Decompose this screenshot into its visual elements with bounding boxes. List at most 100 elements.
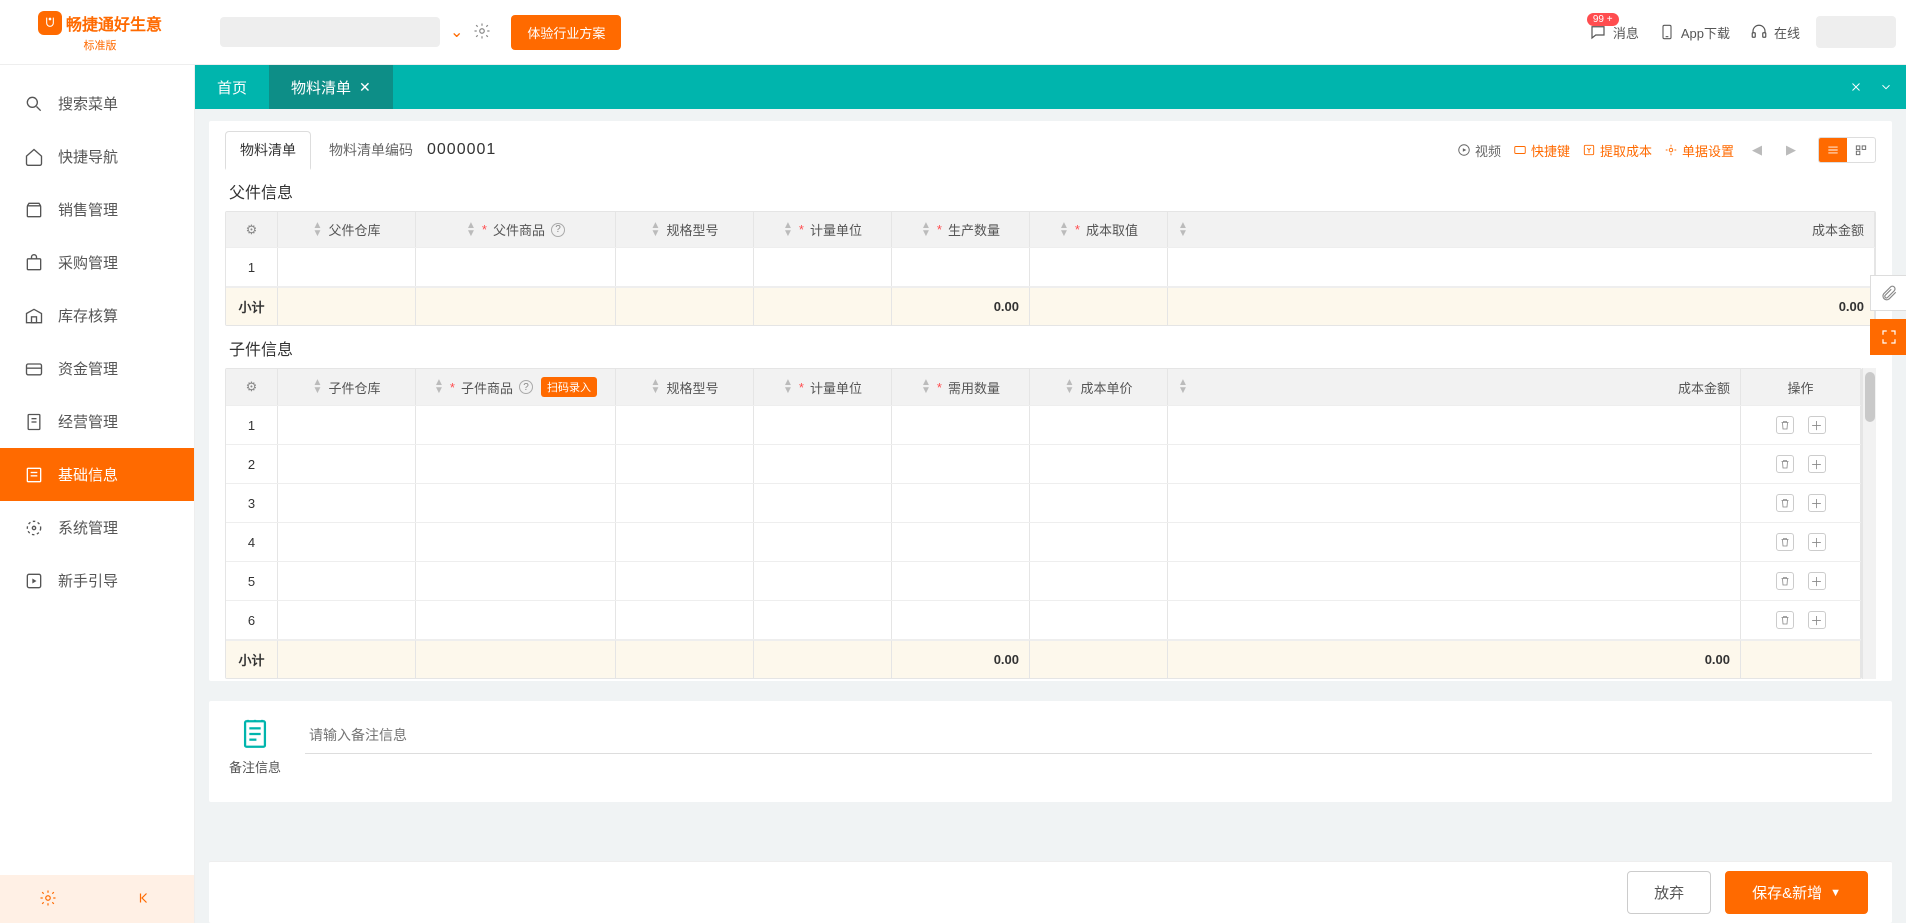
sidebar-item-quicknav[interactable]: 快捷导航 (0, 130, 194, 183)
help-icon[interactable]: ? (519, 380, 533, 394)
add-row-icon[interactable]: ＋ (1808, 455, 1826, 473)
tab-bom[interactable]: 物料清单✕ (269, 65, 393, 109)
remarks-label: 备注信息 (229, 757, 281, 776)
col-parent-costv[interactable]: ▲▼*成本取值 (1030, 212, 1168, 247)
online-support-button[interactable]: 在线 (1740, 17, 1810, 48)
collapse-sidebar-icon[interactable] (135, 889, 155, 910)
help-icon[interactable]: ? (551, 223, 565, 237)
parent-table-row[interactable]: 1 (226, 247, 1875, 286)
gear-icon[interactable]: ⚙ (246, 222, 258, 238)
main-area: 首页物料清单✕ 物料清单 物料清单编码 0000001 (195, 65, 1906, 923)
attachment-icon[interactable] (1870, 275, 1906, 311)
col-parent-wh[interactable]: ▲▼父件仓库 (278, 212, 416, 247)
search-icon (24, 94, 44, 114)
col-child-goods[interactable]: ▲▼*子件商品?扫码录入 (416, 369, 616, 405)
col-parent-spec[interactable]: ▲▼规格型号 (616, 212, 754, 247)
delete-row-icon[interactable] (1776, 572, 1794, 590)
sidebar: 搜索菜单快捷导航销售管理采购管理库存核算资金管理经营管理基础信息系统管理新手引导 (0, 65, 195, 923)
child-table-scrollbar[interactable] (1862, 368, 1876, 679)
sidebar-item-inventory[interactable]: 库存核算 (0, 289, 194, 342)
phone-icon (1659, 23, 1675, 41)
inventory-icon (24, 306, 44, 326)
parent-table: ⚙ ▲▼父件仓库 ▲▼*父件商品? ▲▼规格型号 ▲▼*计量单位 ▲▼*生产数量… (225, 211, 1876, 326)
sidebar-item-system[interactable]: 系统管理 (0, 501, 194, 554)
delete-row-icon[interactable] (1776, 494, 1794, 512)
col-child-amount[interactable]: ▲▼成本金额 (1168, 369, 1741, 405)
app-download-button[interactable]: App下载 (1649, 17, 1740, 48)
sidebar-item-search[interactable]: 搜索菜单 (0, 77, 194, 130)
add-row-icon[interactable]: ＋ (1808, 572, 1826, 590)
sidebar-item-label: 基础信息 (58, 464, 118, 485)
doc-settings-link[interactable]: 单据设置 (1664, 141, 1734, 160)
gear-icon[interactable] (473, 22, 491, 43)
delete-row-icon[interactable] (1776, 611, 1794, 629)
fullscreen-icon[interactable] (1870, 319, 1906, 355)
delete-row-icon[interactable] (1776, 416, 1794, 434)
child-table-row[interactable]: 4＋ (226, 522, 1861, 561)
view-switch (1818, 137, 1876, 163)
delete-row-icon[interactable] (1776, 533, 1794, 551)
col-child-unit[interactable]: ▲▼*计量单位 (754, 369, 892, 405)
col-parent-qty[interactable]: ▲▼*生产数量 (892, 212, 1030, 247)
system-icon (24, 518, 44, 538)
child-table-row[interactable]: 2＋ (226, 444, 1861, 483)
sidebar-item-sales[interactable]: 销售管理 (0, 183, 194, 236)
tab-more-icon[interactable] (1874, 75, 1898, 99)
col-child-spec[interactable]: ▲▼规格型号 (616, 369, 754, 405)
extract-cost-link[interactable]: 提取成本 (1582, 141, 1652, 160)
view-card-icon[interactable] (1847, 138, 1875, 162)
brand-mark-icon (38, 11, 62, 35)
col-child-price[interactable]: ▲▼成本单价 (1030, 369, 1168, 405)
prev-doc-icon[interactable]: ◀ (1746, 139, 1768, 161)
close-tab-icon[interactable] (1844, 75, 1868, 99)
add-row-icon[interactable]: ＋ (1808, 416, 1826, 434)
scan-entry-badge[interactable]: 扫码录入 (541, 377, 597, 397)
sidebar-item-guide[interactable]: 新手引导 (0, 554, 194, 607)
child-table-row[interactable]: 1＋ (226, 405, 1861, 444)
experience-solution-button[interactable]: 体验行业方案 (511, 15, 621, 50)
col-child-qty[interactable]: ▲▼*需用数量 (892, 369, 1030, 405)
sidebar-item-funds[interactable]: 资金管理 (0, 342, 194, 395)
view-list-icon[interactable] (1819, 138, 1847, 162)
sidebar-item-label: 经营管理 (58, 411, 118, 432)
sidebar-item-basic[interactable]: 基础信息 (0, 448, 194, 501)
col-parent-unit[interactable]: ▲▼*计量单位 (754, 212, 892, 247)
headset-icon (1750, 23, 1768, 41)
user-avatar-redacted[interactable] (1816, 16, 1896, 48)
delete-row-icon[interactable] (1776, 455, 1794, 473)
col-child-wh[interactable]: ▲▼子件仓库 (278, 369, 416, 405)
video-link[interactable]: 视频 (1457, 141, 1501, 160)
add-row-icon[interactable]: ＋ (1808, 533, 1826, 551)
gear-icon[interactable]: ⚙ (246, 379, 258, 395)
tab-home[interactable]: 首页 (195, 65, 269, 109)
document-card: 物料清单 物料清单编码 0000001 视频 快捷键 提取成本 单据设置 ◀ ▶ (209, 121, 1892, 681)
child-table-row[interactable]: 6＋ (226, 600, 1861, 639)
shortcut-link[interactable]: 快捷键 (1513, 141, 1570, 160)
purchase-icon (24, 253, 44, 273)
messages-label: 消息 (1613, 23, 1639, 42)
sidebar-item-purchase[interactable]: 采购管理 (0, 236, 194, 289)
doc-type-tab[interactable]: 物料清单 (225, 131, 311, 170)
add-row-icon[interactable]: ＋ (1808, 494, 1826, 512)
child-table: ⚙ ▲▼子件仓库 ▲▼*子件商品?扫码录入 ▲▼规格型号 ▲▼*计量单位 ▲▼*… (225, 368, 1862, 679)
discard-button[interactable]: 放弃 (1627, 871, 1711, 914)
gear-icon[interactable] (39, 889, 57, 910)
next-doc-icon[interactable]: ▶ (1780, 139, 1802, 161)
sidebar-item-operation[interactable]: 经营管理 (0, 395, 194, 448)
child-table-row[interactable]: 3＋ (226, 483, 1861, 522)
child-table-row[interactable]: 5＋ (226, 561, 1861, 600)
messages-button[interactable]: 99 + 消息 (1579, 17, 1649, 48)
remarks-input[interactable] (305, 717, 1872, 754)
col-parent-goods[interactable]: ▲▼*父件商品? (416, 212, 616, 247)
sidebar-item-label: 新手引导 (58, 570, 118, 591)
quicknav-icon (24, 147, 44, 167)
save-and-new-button[interactable]: 保存&新增▼ (1725, 871, 1868, 914)
chevron-down-icon: ▼ (1830, 887, 1841, 899)
action-footer: 放弃 保存&新增▼ (209, 861, 1892, 923)
close-icon[interactable]: ✕ (359, 79, 371, 96)
org-selector[interactable]: ⌄ (220, 17, 491, 47)
sales-icon (24, 200, 44, 220)
col-parent-amount[interactable]: ▲▼成本金额 (1168, 212, 1875, 247)
add-row-icon[interactable]: ＋ (1808, 611, 1826, 629)
page-tabbar: 首页物料清单✕ (195, 65, 1906, 109)
